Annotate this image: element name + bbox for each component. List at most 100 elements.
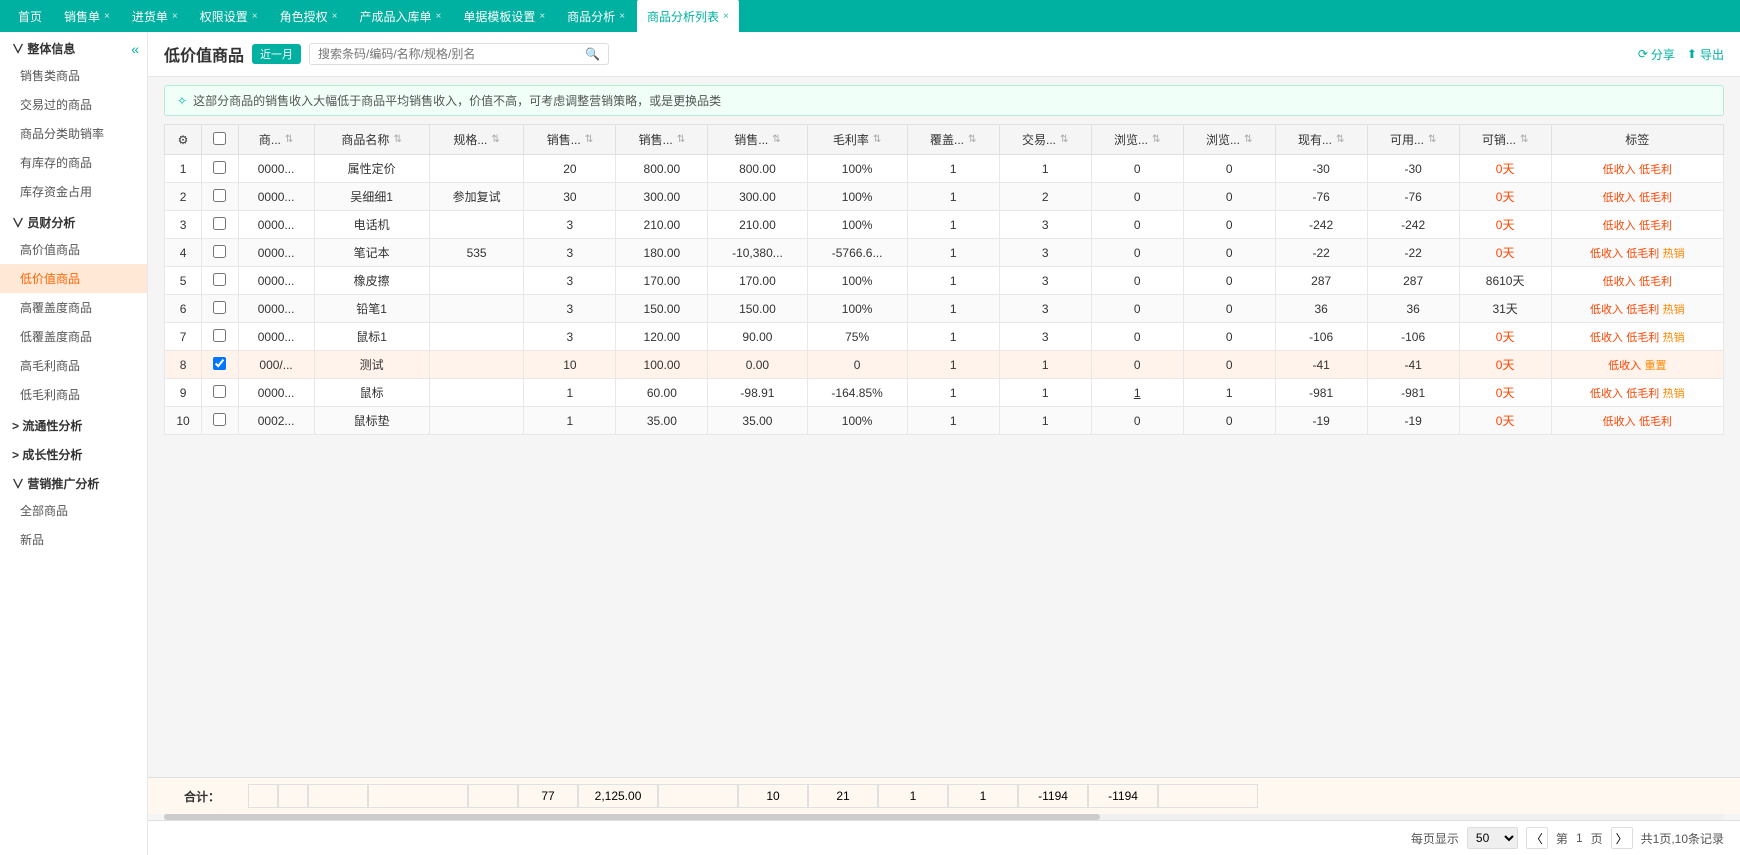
search-box[interactable]: 🔍	[309, 43, 609, 65]
prev-page-button[interactable]: 〈	[1526, 827, 1548, 849]
close-icon[interactable]: ×	[539, 11, 545, 22]
close-icon[interactable]: ×	[723, 11, 729, 22]
browse-link[interactable]: 1	[1134, 386, 1141, 400]
share-button[interactable]: ⟳ 分享	[1638, 46, 1675, 63]
row-view1[interactable]: 0	[1091, 323, 1183, 351]
row-view1[interactable]: 0	[1091, 239, 1183, 267]
row-select-checkbox[interactable]	[213, 273, 226, 286]
nav-product-analysis-list[interactable]: 商品分析列表 ×	[637, 0, 739, 32]
table-container[interactable]: ⚙ 商...⇅ 商品名称⇅ 规格...⇅ 销售...⇅ 销售...⇅ 销售...…	[148, 124, 1740, 777]
row-view1[interactable]: 0	[1091, 155, 1183, 183]
row-select-checkbox[interactable]	[213, 413, 226, 426]
col-view2[interactable]: 浏览...⇅	[1183, 125, 1275, 155]
row-select-checkbox[interactable]	[213, 161, 226, 174]
close-icon[interactable]: ×	[435, 11, 441, 22]
col-margin[interactable]: 毛利率⇅	[807, 125, 907, 155]
row-select-checkbox[interactable]	[213, 189, 226, 202]
row-sales-profit: 300.00	[708, 183, 807, 211]
sidebar-item-inventory-products[interactable]: 有库存的商品	[0, 148, 147, 177]
row-select-checkbox[interactable]	[213, 385, 226, 398]
row-view1[interactable]: 0	[1091, 407, 1183, 435]
row-select-checkbox[interactable]	[213, 217, 226, 230]
row-view2: 0	[1183, 239, 1275, 267]
row-name: 铅笔1	[314, 295, 429, 323]
col-sales2[interactable]: 销售...⇅	[616, 125, 708, 155]
row-select-checkbox[interactable]	[213, 357, 226, 370]
nav-sales-order[interactable]: 销售单 ×	[54, 0, 120, 32]
row-view1[interactable]: 0	[1091, 183, 1183, 211]
row-sales-amount: 180.00	[616, 239, 708, 267]
nav-home[interactable]: 首页	[8, 0, 52, 32]
row-select-checkbox[interactable]	[213, 301, 226, 314]
nav-purchase-order[interactable]: 进货单 ×	[122, 0, 188, 32]
row-view1[interactable]: 0	[1091, 211, 1183, 239]
search-icon[interactable]: 🔍	[585, 47, 600, 61]
nav-permission-settings[interactable]: 权限设置 ×	[190, 0, 268, 32]
row-checkbox[interactable]	[202, 295, 239, 323]
sidebar-item-high-margin[interactable]: 高毛利商品	[0, 351, 147, 380]
select-all-checkbox[interactable]	[213, 132, 226, 145]
footer-cell-s1: 77	[518, 784, 578, 808]
col-sales1[interactable]: 销售...⇅	[524, 125, 616, 155]
row-checkbox[interactable]	[202, 323, 239, 351]
close-icon[interactable]: ×	[619, 11, 625, 22]
col-spec[interactable]: 规格...⇅	[429, 125, 524, 155]
row-checkbox[interactable]	[202, 211, 239, 239]
col-sales3[interactable]: 销售...⇅	[708, 125, 807, 155]
sidebar-item-new-products[interactable]: 新品	[0, 525, 147, 554]
sidebar-item-low-coverage[interactable]: 低覆盖度商品	[0, 322, 147, 351]
col-name[interactable]: 商品名称⇅	[314, 125, 429, 155]
col-code[interactable]: 商...⇅	[238, 125, 314, 155]
row-view2: 0	[1183, 155, 1275, 183]
row-select-checkbox[interactable]	[213, 245, 226, 258]
row-checkbox[interactable]	[202, 239, 239, 267]
row-checkbox[interactable]	[202, 267, 239, 295]
col-coverage[interactable]: 覆盖...⇅	[907, 125, 999, 155]
sidebar-group-title-growth[interactable]: > 成长性分析	[0, 438, 147, 467]
close-icon[interactable]: ×	[104, 11, 110, 22]
row-checkbox[interactable]	[202, 183, 239, 211]
col-available-stock[interactable]: 可用...⇅	[1367, 125, 1459, 155]
time-filter-button[interactable]: 近一月	[252, 44, 301, 64]
nav-finished-goods[interactable]: 产成品入库单 ×	[349, 0, 451, 32]
col-current-stock[interactable]: 现有...⇅	[1275, 125, 1367, 155]
sidebar-item-high-value[interactable]: 高价值商品	[0, 235, 147, 264]
row-select-checkbox[interactable]	[213, 329, 226, 342]
row-sales-qty: 1	[524, 407, 616, 435]
row-view1[interactable]: 0	[1091, 295, 1183, 323]
sidebar-item-inventory-capital[interactable]: 库存资金占用	[0, 177, 147, 206]
row-checkbox[interactable]	[202, 351, 239, 379]
row-current-stock: -41	[1275, 351, 1367, 379]
row-view1[interactable]: 0	[1091, 351, 1183, 379]
export-button[interactable]: ⬆ 导出	[1687, 46, 1724, 63]
col-checkbox[interactable]	[202, 125, 239, 155]
col-view1[interactable]: 浏览...⇅	[1091, 125, 1183, 155]
row-sales-profit: 150.00	[708, 295, 807, 323]
row-checkbox[interactable]	[202, 407, 239, 435]
collapse-button[interactable]: «	[131, 41, 139, 57]
sidebar-item-all-products[interactable]: 全部商品	[0, 496, 147, 525]
row-view1[interactable]: 0	[1091, 267, 1183, 295]
next-page-button[interactable]: 〉	[1611, 827, 1633, 849]
search-input[interactable]	[318, 47, 581, 61]
row-checkbox[interactable]	[202, 155, 239, 183]
sidebar-item-low-value[interactable]: 低价值商品	[0, 264, 147, 293]
nav-product-analysis[interactable]: 商品分析 ×	[557, 0, 635, 32]
nav-role-auth[interactable]: 角色授权 ×	[270, 0, 348, 32]
col-saleable-stock[interactable]: 可销...⇅	[1459, 125, 1551, 155]
sidebar-item-high-coverage[interactable]: 高覆盖度商品	[0, 293, 147, 322]
col-settings[interactable]: ⚙	[165, 125, 202, 155]
close-icon[interactable]: ×	[252, 11, 258, 22]
sidebar-item-low-margin[interactable]: 低毛利商品	[0, 380, 147, 409]
sidebar-item-sales-products[interactable]: 销售类商品	[0, 61, 147, 90]
close-icon[interactable]: ×	[172, 11, 178, 22]
sidebar-item-traded-products[interactable]: 交易过的商品	[0, 90, 147, 119]
page-size-select[interactable]: 50 100	[1467, 827, 1518, 849]
row-view1[interactable]: 1	[1091, 379, 1183, 407]
row-checkbox[interactable]	[202, 379, 239, 407]
col-trade[interactable]: 交易...⇅	[999, 125, 1091, 155]
sidebar-group-title-flow[interactable]: > 流通性分析	[0, 409, 147, 438]
close-icon[interactable]: ×	[332, 11, 338, 22]
sidebar-item-category-rate[interactable]: 商品分类助销率	[0, 119, 147, 148]
nav-template-settings[interactable]: 单据模板设置 ×	[453, 0, 555, 32]
